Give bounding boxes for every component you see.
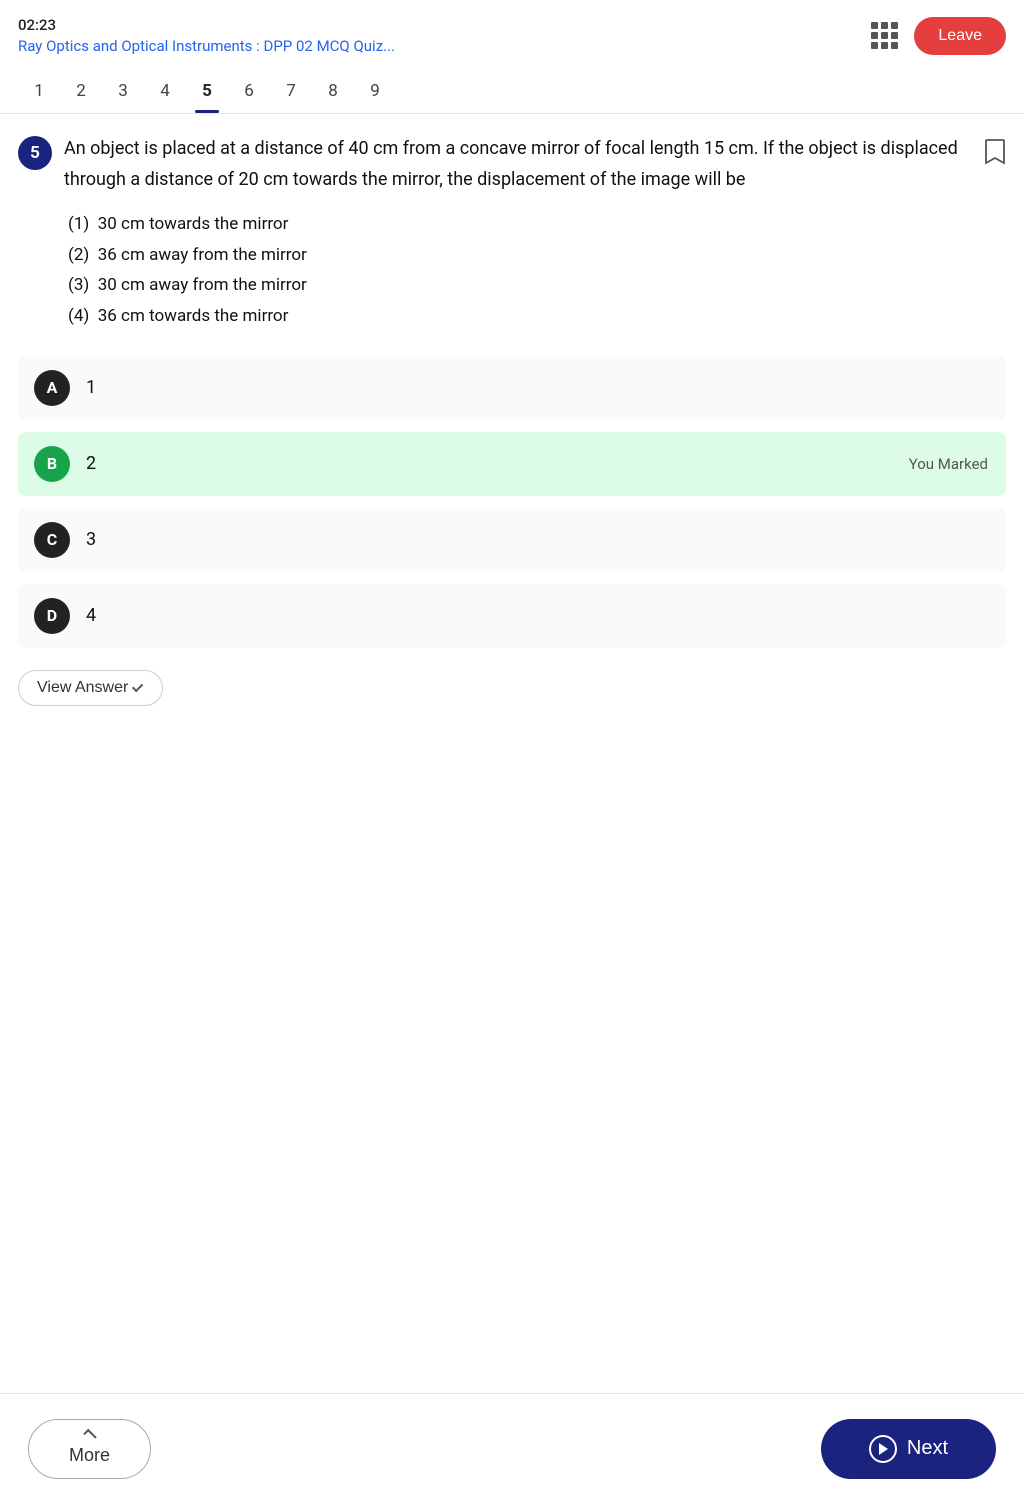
tab-q4[interactable]: 4 bbox=[144, 73, 186, 113]
question-text: An object is placed at a distance of 40 … bbox=[64, 134, 972, 195]
option-badge-b: B bbox=[34, 446, 70, 482]
question-number-badge: 5 bbox=[18, 136, 52, 170]
option-4: (4) 36 cm towards the mirror bbox=[68, 301, 972, 332]
bottom-bar: More Next bbox=[0, 1393, 1024, 1503]
next-arrow-icon bbox=[879, 1443, 888, 1455]
view-answer-label: View Answer bbox=[37, 679, 128, 697]
next-circle-icon bbox=[869, 1435, 897, 1463]
answer-option-d[interactable]: D 4 bbox=[18, 584, 1006, 648]
header-time: 02:23 bbox=[18, 16, 395, 34]
chevron-up-icon bbox=[83, 1428, 96, 1441]
tab-q7[interactable]: 7 bbox=[270, 73, 312, 113]
option-label-c: 3 bbox=[86, 529, 96, 550]
main-content: 5 An object is placed at a distance of 4… bbox=[0, 114, 1024, 726]
header: 02:23 Ray Optics and Optical Instruments… bbox=[0, 0, 1024, 65]
option-badge-c: C bbox=[34, 522, 70, 558]
header-right: Leave bbox=[871, 17, 1006, 55]
grid-icon[interactable] bbox=[871, 22, 898, 49]
more-label: More bbox=[69, 1445, 110, 1466]
tab-q5[interactable]: 5 bbox=[186, 73, 228, 113]
tab-q3[interactable]: 3 bbox=[102, 73, 144, 113]
tab-q6[interactable]: 6 bbox=[228, 73, 270, 113]
answer-options: A 1 B 2 You Marked C 3 D 4 bbox=[18, 356, 1006, 648]
option-2: (2) 36 cm away from the mirror bbox=[68, 240, 972, 271]
question-tabs: 1 2 3 4 5 6 7 8 9 bbox=[0, 65, 1024, 114]
option-3: (3) 30 cm away from the mirror bbox=[68, 270, 972, 301]
bookmark-icon[interactable] bbox=[984, 138, 1006, 170]
next-button[interactable]: Next bbox=[821, 1419, 996, 1479]
next-label: Next bbox=[907, 1437, 948, 1460]
answer-option-b[interactable]: B 2 You Marked bbox=[18, 432, 1006, 496]
option-label-a: 1 bbox=[86, 377, 96, 398]
more-button[interactable]: More bbox=[28, 1419, 151, 1479]
question-text-block: An object is placed at a distance of 40 … bbox=[64, 134, 972, 332]
header-title: Ray Optics and Optical Instruments : DPP… bbox=[18, 37, 395, 55]
answer-option-c[interactable]: C 3 bbox=[18, 508, 1006, 572]
option-badge-a: A bbox=[34, 370, 70, 406]
option-1: (1) 30 cm towards the mirror bbox=[68, 209, 972, 240]
tab-q2[interactable]: 2 bbox=[60, 73, 102, 113]
tab-q1[interactable]: 1 bbox=[18, 73, 60, 113]
option-label-d: 4 bbox=[86, 605, 96, 626]
leave-button[interactable]: Leave bbox=[914, 17, 1006, 55]
option-badge-d: D bbox=[34, 598, 70, 634]
option-label-b: 2 bbox=[86, 453, 96, 474]
answer-option-a[interactable]: A 1 bbox=[18, 356, 1006, 420]
question-block: 5 An object is placed at a distance of 4… bbox=[18, 134, 1006, 332]
header-left: 02:23 Ray Optics and Optical Instruments… bbox=[18, 16, 395, 55]
tab-q8[interactable]: 8 bbox=[312, 73, 354, 113]
options-list: (1) 30 cm towards the mirror (2) 36 cm a… bbox=[64, 209, 972, 331]
chevron-down-icon bbox=[132, 680, 143, 691]
tab-q9[interactable]: 9 bbox=[354, 73, 396, 113]
you-marked-label: You Marked bbox=[909, 455, 988, 473]
view-answer-button[interactable]: View Answer bbox=[18, 670, 163, 706]
